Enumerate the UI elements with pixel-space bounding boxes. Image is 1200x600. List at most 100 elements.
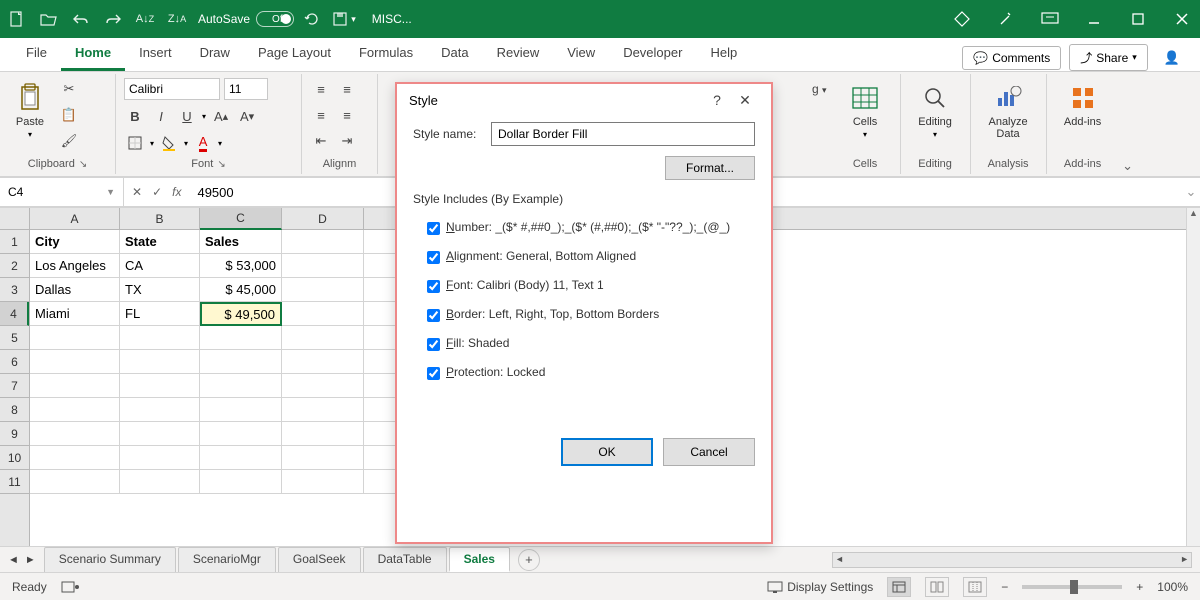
style-name-input[interactable] [491,122,755,146]
cell[interactable] [30,422,120,446]
cell[interactable] [200,350,282,374]
maximize-icon[interactable] [1128,9,1148,29]
cell[interactable] [282,254,364,278]
row-header[interactable]: 1 [0,230,29,254]
tab-home[interactable]: Home [61,37,125,71]
close-icon[interactable] [1172,9,1192,29]
column-header[interactable]: C [200,208,282,230]
cell[interactable] [282,278,364,302]
sync-icon[interactable] [303,10,321,28]
cell[interactable]: TX [120,278,200,302]
sheet-tab-datatable[interactable]: DataTable [363,547,447,572]
increase-font-icon[interactable]: A▴ [210,105,232,127]
fx-icon[interactable]: fx [172,185,181,199]
cell[interactable] [282,422,364,446]
paste-button[interactable]: Paste ▾ [8,78,52,143]
align-left-icon[interactable]: ≡ [310,104,332,126]
cell[interactable] [282,350,364,374]
underline-icon[interactable]: U [176,105,198,127]
cancel-button[interactable]: Cancel [663,438,755,466]
tab-file[interactable]: File [12,37,61,71]
zoom-in-icon[interactable]: + [1136,580,1143,594]
border-icon[interactable] [124,132,146,154]
copy-icon[interactable]: 📋 [58,104,80,126]
cell[interactable]: Miami [30,302,120,326]
row-header[interactable]: 7 [0,374,29,398]
minimize-icon[interactable] [1084,9,1104,29]
select-all-corner[interactable] [0,208,30,230]
checkbox[interactable] [427,309,440,322]
column-header[interactable]: B [120,208,200,230]
cut-icon[interactable]: ✂ [58,78,80,100]
row-header[interactable]: 6 [0,350,29,374]
checkbox[interactable] [427,367,440,380]
row-header[interactable]: 5 [0,326,29,350]
cell[interactable]: $ 45,000 [200,278,282,302]
cell[interactable] [120,350,200,374]
name-box[interactable]: C4 ▼ [0,178,124,206]
vertical-scrollbar[interactable]: ▲ [1186,208,1200,546]
collapse-ribbon-icon[interactable]: ⌄ [1119,74,1137,174]
cell[interactable] [200,446,282,470]
cell[interactable] [30,326,120,350]
sort-desc-icon[interactable]: Z↓A [168,10,186,28]
checkbox[interactable] [427,280,440,293]
cell[interactable] [30,470,120,494]
column-header[interactable]: A [30,208,120,230]
fill-color-icon[interactable] [158,132,180,154]
decrease-font-icon[interactable]: A▾ [236,105,258,127]
cell[interactable]: State [120,230,200,254]
cell[interactable]: Dallas [30,278,120,302]
cell[interactable] [282,326,364,350]
cell[interactable] [200,470,282,494]
open-file-icon[interactable] [40,10,58,28]
diamond-icon[interactable] [952,9,972,29]
cells-button[interactable]: Cells ▾ [843,78,887,143]
tab-view[interactable]: View [553,37,609,71]
italic-icon[interactable]: I [150,105,172,127]
view-normal-icon[interactable] [887,577,911,597]
bold-icon[interactable]: B [124,105,146,127]
cell[interactable]: CA [120,254,200,278]
zoom-slider[interactable] [1022,585,1122,589]
person-icon[interactable]: 👤 [1156,46,1188,70]
sheet-tab-sales[interactable]: Sales [449,547,510,572]
cell[interactable] [120,470,200,494]
screen-icon[interactable] [1040,9,1060,29]
cell[interactable] [120,326,200,350]
zoom-value[interactable]: 100% [1157,580,1188,594]
row-header[interactable]: 10 [0,446,29,470]
cell[interactable]: City [30,230,120,254]
new-file-icon[interactable] [8,10,26,28]
cell[interactable] [30,350,120,374]
tab-help[interactable]: Help [696,37,751,71]
macro-record-icon[interactable] [61,580,79,594]
cell[interactable] [30,374,120,398]
zoom-out-icon[interactable]: − [1001,580,1008,594]
cell[interactable]: FL [120,302,200,326]
cell[interactable] [120,374,200,398]
tab-insert[interactable]: Insert [125,37,186,71]
view-page-break-icon[interactable] [963,577,987,597]
cell[interactable]: Los Angeles [30,254,120,278]
cell[interactable] [120,446,200,470]
cell[interactable] [200,398,282,422]
toggle-switch-icon[interactable] [256,11,294,27]
checkbox[interactable] [427,338,440,351]
cell[interactable]: Sales [200,230,282,254]
cell[interactable] [282,374,364,398]
autosave-toggle[interactable]: AutoSave Off [198,11,285,27]
cell[interactable] [200,422,282,446]
decrease-indent-icon[interactable]: ⇤ [310,130,332,152]
tab-review[interactable]: Review [483,37,554,71]
sheet-tab-scenariomgr[interactable]: ScenarioMgr [178,547,276,572]
cell[interactable]: $ 53,000 [200,254,282,278]
row-header[interactable]: 11 [0,470,29,494]
launcher-icon[interactable]: ↘ [79,159,87,170]
analyze-data-button[interactable]: Analyze Data [982,78,1033,144]
cell[interactable] [282,302,364,326]
align-middle-icon[interactable]: ≡ [336,78,358,100]
cell[interactable] [282,446,364,470]
close-icon[interactable]: ✕ [731,92,759,109]
horizontal-scrollbar[interactable] [832,552,1192,568]
